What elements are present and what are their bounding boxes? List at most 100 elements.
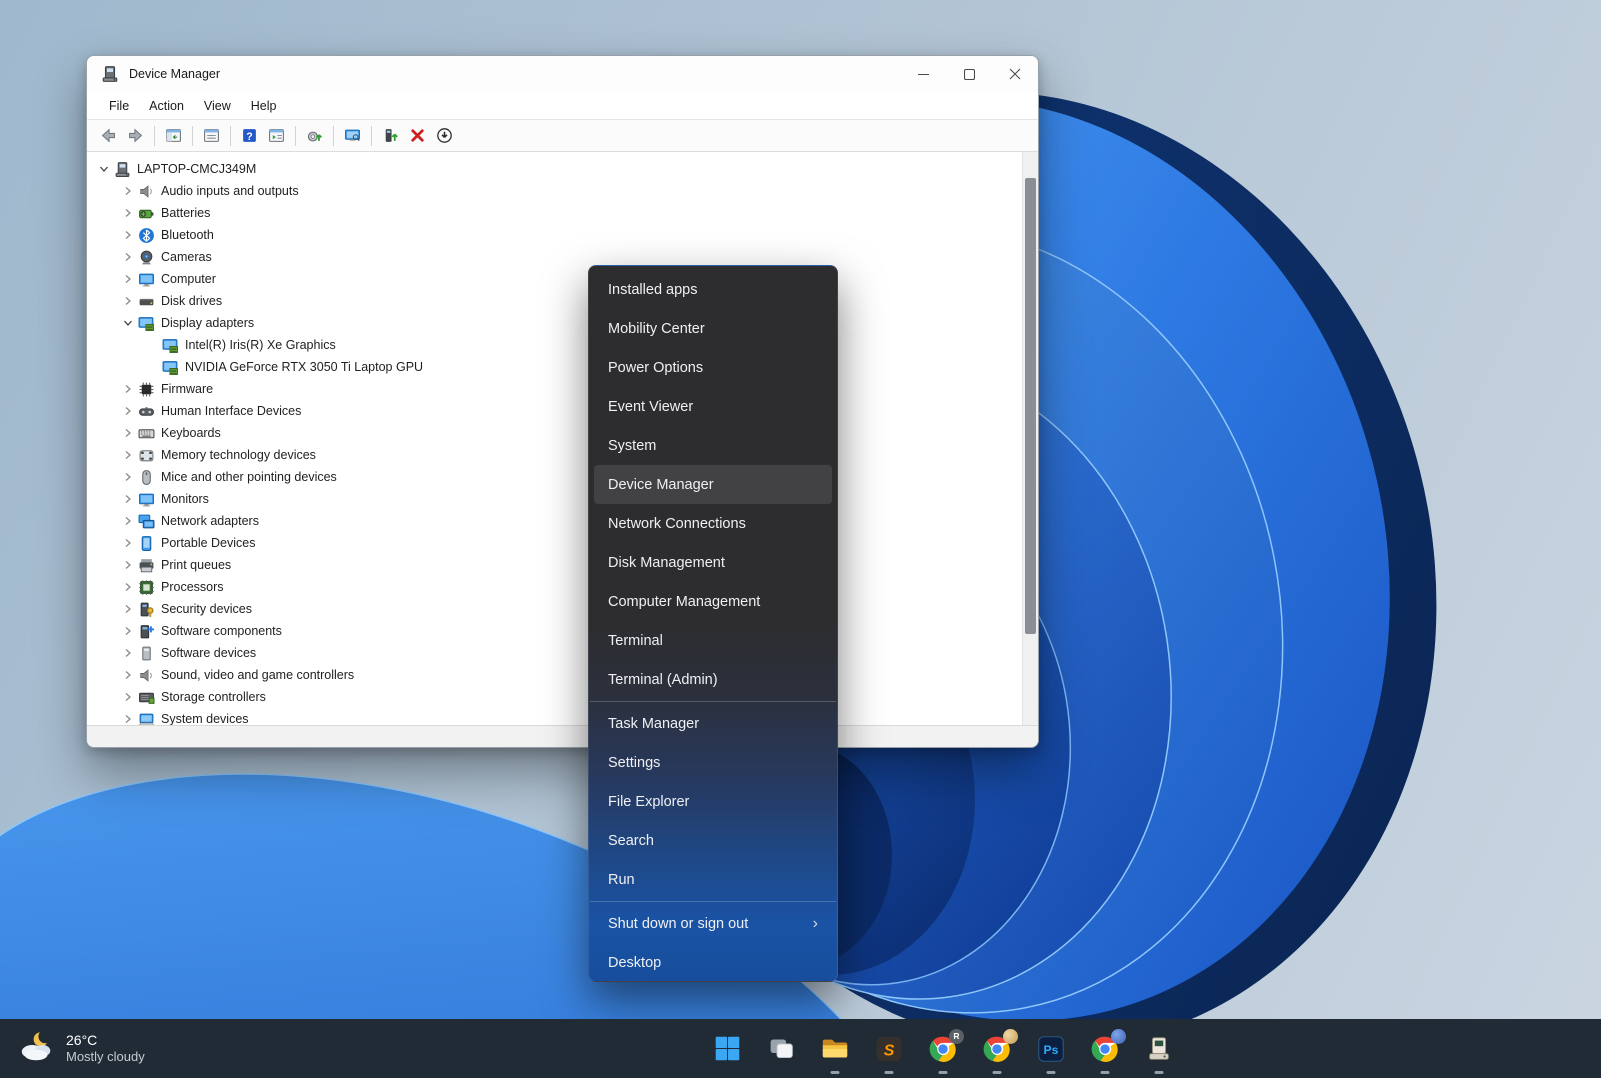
winx-item-event-viewer[interactable]: Event Viewer xyxy=(594,387,832,426)
tree-chevron-collapsed-icon[interactable] xyxy=(119,711,136,726)
winx-item-system[interactable]: System xyxy=(594,426,832,465)
remote-computer-button[interactable] xyxy=(339,123,366,148)
menu-view[interactable]: View xyxy=(194,96,241,116)
tree-chevron-collapsed-icon[interactable] xyxy=(119,271,136,288)
tree-chevron-collapsed-icon[interactable] xyxy=(119,491,136,508)
tree-item[interactable]: Computer xyxy=(87,268,1038,290)
tree-item[interactable]: Print queues xyxy=(87,554,1038,576)
tree-chevron-collapsed-icon[interactable] xyxy=(119,403,136,420)
action-pane-button[interactable] xyxy=(263,123,290,148)
tree-item[interactable]: Software devices xyxy=(87,642,1038,664)
tree-item[interactable]: Sound, video and game controllers xyxy=(87,664,1038,686)
forward-button[interactable] xyxy=(122,123,149,148)
weather-widget[interactable]: 26°C Mostly cloudy xyxy=(10,1019,153,1078)
winx-item-network-connections[interactable]: Network Connections xyxy=(594,504,832,543)
winx-item-terminal-admin-[interactable]: Terminal (Admin) xyxy=(594,660,832,699)
winx-item-task-manager[interactable]: Task Manager xyxy=(594,704,832,743)
tree-chevron-collapsed-icon[interactable] xyxy=(119,623,136,640)
tree-chevron-collapsed-icon[interactable] xyxy=(119,183,136,200)
tree-chevron-collapsed-icon[interactable] xyxy=(119,557,136,574)
winx-item-desktop[interactable]: Desktop xyxy=(594,943,832,981)
winx-item-terminal[interactable]: Terminal xyxy=(594,621,832,660)
update-driver-button[interactable] xyxy=(377,123,404,148)
taskbar-chrome-profile-blue-button[interactable] xyxy=(1078,1019,1132,1078)
titlebar[interactable]: Device Manager xyxy=(87,56,1038,92)
winx-item-mobility-center[interactable]: Mobility Center xyxy=(594,309,832,348)
tree-item[interactable]: Portable Devices xyxy=(87,532,1038,554)
tree-chevron-collapsed-icon[interactable] xyxy=(119,249,136,266)
tree-item[interactable]: Intel(R) Iris(R) Xe Graphics xyxy=(87,334,1038,356)
tree-item[interactable]: Storage controllers xyxy=(87,686,1038,708)
tree-item[interactable]: LAPTOP-CMCJ349M xyxy=(87,158,1038,180)
tree-item[interactable]: NVIDIA GeForce RTX 3050 Ti Laptop GPU xyxy=(87,356,1038,378)
tree-item[interactable]: System devices xyxy=(87,708,1038,725)
taskbar-sublime-text-button[interactable]: S xyxy=(862,1019,916,1078)
winx-item-shut-down-or-sign-out[interactable]: Shut down or sign out › xyxy=(594,904,832,943)
tree-chevron-expanded-icon[interactable] xyxy=(95,161,112,178)
tree-chevron-collapsed-icon[interactable] xyxy=(119,227,136,244)
tree-item[interactable]: Disk drives xyxy=(87,290,1038,312)
winx-item-installed-apps[interactable]: Installed apps xyxy=(594,270,832,309)
tree-chevron-collapsed-icon[interactable] xyxy=(119,381,136,398)
winx-item-device-manager[interactable]: Device Manager xyxy=(594,465,832,504)
uninstall-device-button[interactable] xyxy=(404,123,431,148)
tree-item[interactable]: Audio inputs and outputs xyxy=(87,180,1038,202)
tree-chevron-collapsed-icon[interactable] xyxy=(119,205,136,222)
tree-item[interactable]: Security devices xyxy=(87,598,1038,620)
taskbar-chrome-profile-r-button[interactable]: R xyxy=(916,1019,970,1078)
minimize-button[interactable] xyxy=(900,56,946,92)
tree-chevron-collapsed-icon[interactable] xyxy=(119,645,136,662)
taskbar-device-manager-button[interactable] xyxy=(1132,1019,1186,1078)
scan-hardware-button[interactable] xyxy=(301,123,328,148)
taskbar-chrome-profile-avatar-button[interactable] xyxy=(970,1019,1024,1078)
tree-item[interactable]: Bluetooth xyxy=(87,224,1038,246)
taskbar-file-explorer-button[interactable] xyxy=(808,1019,862,1078)
help-button[interactable]: ? xyxy=(236,123,263,148)
tree-chevron-collapsed-icon[interactable] xyxy=(119,293,136,310)
tree-chevron-collapsed-icon[interactable] xyxy=(119,425,136,442)
winx-item-computer-management[interactable]: Computer Management xyxy=(594,582,832,621)
maximize-button[interactable] xyxy=(946,56,992,92)
tree-chevron-collapsed-icon[interactable] xyxy=(119,469,136,486)
winx-item-disk-management[interactable]: Disk Management xyxy=(594,543,832,582)
tree-item[interactable]: Display adapters xyxy=(87,312,1038,334)
tree-chevron-collapsed-icon[interactable] xyxy=(119,601,136,618)
scrollbar-thumb[interactable] xyxy=(1025,178,1036,634)
tree-chevron-collapsed-icon[interactable] xyxy=(119,535,136,552)
tree-item[interactable]: Mice and other pointing devices xyxy=(87,466,1038,488)
properties-button[interactable] xyxy=(198,123,225,148)
taskbar-task-view-button[interactable] xyxy=(754,1019,808,1078)
tree-chevron-collapsed-icon[interactable] xyxy=(119,667,136,684)
tree-item[interactable]: Monitors xyxy=(87,488,1038,510)
winx-item-run[interactable]: Run xyxy=(594,860,832,899)
tree-item[interactable]: Keyboards xyxy=(87,422,1038,444)
vertical-scrollbar[interactable] xyxy=(1022,152,1038,725)
tree-item[interactable]: Firmware xyxy=(87,378,1038,400)
back-button[interactable] xyxy=(95,123,122,148)
tree-item[interactable]: Batteries xyxy=(87,202,1038,224)
tree-chevron-collapsed-icon[interactable] xyxy=(119,513,136,530)
running-indicator xyxy=(1100,1071,1110,1074)
tree-item[interactable]: Processors xyxy=(87,576,1038,598)
winx-item-settings[interactable]: Settings xyxy=(594,743,832,782)
menu-action[interactable]: Action xyxy=(139,96,194,116)
tree-chevron-collapsed-icon[interactable] xyxy=(119,579,136,596)
tree-item[interactable]: Cameras xyxy=(87,246,1038,268)
winx-item-search[interactable]: Search xyxy=(594,821,832,860)
show-tree-button[interactable] xyxy=(160,123,187,148)
tree-chevron-collapsed-icon[interactable] xyxy=(119,447,136,464)
tree-chevron-collapsed-icon[interactable] xyxy=(119,689,136,706)
tree-item[interactable]: Memory technology devices xyxy=(87,444,1038,466)
tree-item[interactable]: Human Interface Devices xyxy=(87,400,1038,422)
menu-help[interactable]: Help xyxy=(241,96,287,116)
taskbar-start-button[interactable] xyxy=(700,1019,754,1078)
tree-chevron-expanded-icon[interactable] xyxy=(119,315,136,332)
close-button[interactable] xyxy=(992,56,1038,92)
menu-file[interactable]: File xyxy=(99,96,139,116)
winx-item-power-options[interactable]: Power Options xyxy=(594,348,832,387)
tree-item[interactable]: Network adapters xyxy=(87,510,1038,532)
taskbar-photoshop-button[interactable]: Ps xyxy=(1024,1019,1078,1078)
tree-item[interactable]: Software components xyxy=(87,620,1038,642)
winx-item-file-explorer[interactable]: File Explorer xyxy=(594,782,832,821)
disable-device-button[interactable] xyxy=(431,123,458,148)
